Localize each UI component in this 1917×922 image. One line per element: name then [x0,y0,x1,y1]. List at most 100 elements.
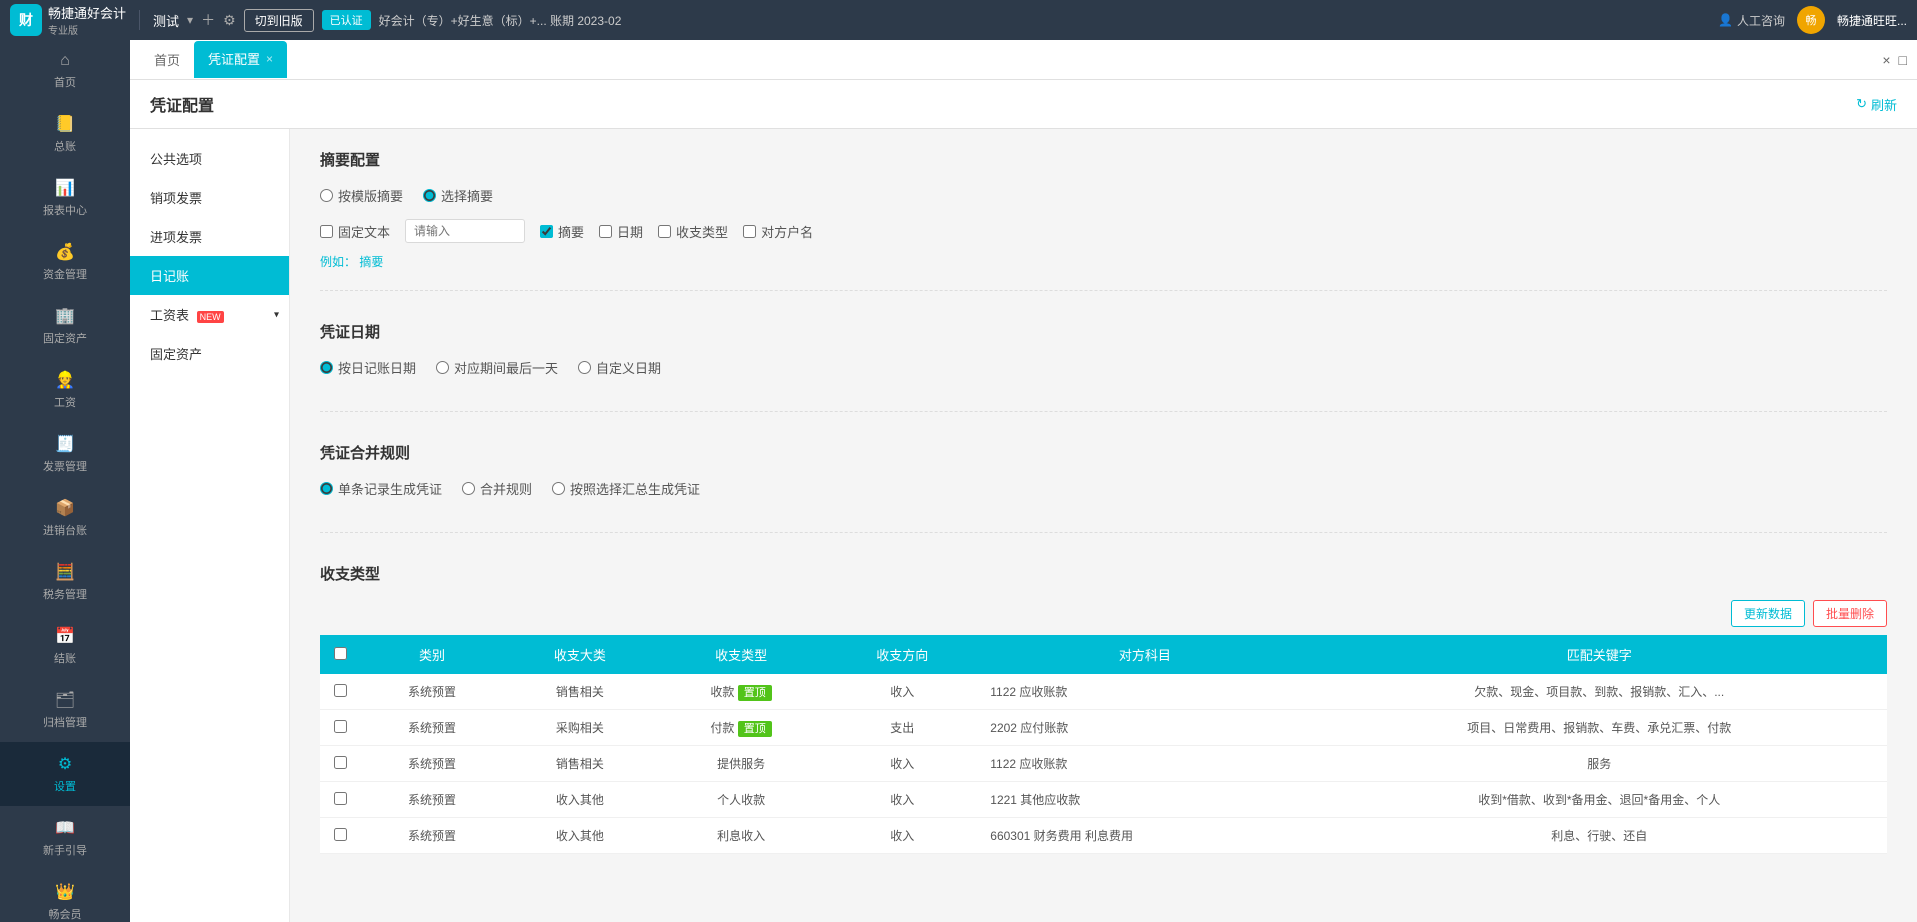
sidebar-item-home[interactable]: ⌂ 首页 [0,40,130,102]
radio-merge-rule[interactable]: 合并规则 [462,479,532,498]
row-direction-1: 支出 [826,710,978,746]
sidebar-label-close: 结账 [54,650,76,666]
row-checkbox-1[interactable] [320,710,360,746]
left-nav-purchase-invoice[interactable]: 进项发票 [130,217,289,256]
row-big-type-2: 销售相关 [504,746,656,782]
tab-close-btn[interactable]: × [266,52,273,66]
left-nav-fixed-label: 固定资产 [150,347,202,362]
checkbox-summary[interactable]: 摘要 [540,222,584,241]
user-service[interactable]: 👤 人工咨询 [1718,12,1785,29]
left-nav-journal[interactable]: 日记账 [130,256,289,295]
sidebar-item-guide[interactable]: 📖 新手引导 [0,806,130,870]
radio-summary-gen[interactable]: 按照选择汇总生成凭证 [552,479,700,498]
table-header-row: 类别 收支大类 收支类型 收支方向 对方科目 匹配关键字 [320,635,1887,674]
sidebar-label-reports: 报表中心 [43,202,87,218]
checkbox-counterparty-input[interactable] [743,225,756,238]
checkbox-counterparty[interactable]: 对方户名 [743,222,813,241]
radio-last-day-input[interactable] [436,361,449,374]
left-nav-fixed-assets[interactable]: 固定资产 [130,334,289,373]
left-nav-payroll[interactable]: 工资表 NEW ▾ [130,295,289,334]
salary-icon: 👷 [55,370,75,390]
tab-home[interactable]: 首页 [140,42,194,77]
select-all-checkbox[interactable] [334,647,347,660]
radio-journal-date[interactable]: 按日记账日期 [320,358,416,377]
stock-icon: 📦 [55,498,75,518]
switch-btn[interactable]: 切到旧版 [244,9,314,32]
left-nav-purchase-label: 进项发票 [150,230,202,245]
th-account: 对方科目 [978,635,1311,674]
sidebar-item-settings[interactable]: ⚙ 设置 [0,742,130,806]
window-restore-btn[interactable]: □ [1899,52,1907,68]
radio-custom-date[interactable]: 自定义日期 [578,358,661,377]
sidebar-item-ledger[interactable]: 📒 总账 [0,102,130,166]
row-checkbox-0[interactable] [320,674,360,710]
row-category-3: 系统预置 [360,782,504,818]
row-category-2: 系统预置 [360,746,504,782]
row-keywords-4: 利息、行驶、还自 [1311,818,1887,854]
th-checkbox [320,635,360,674]
radio-select-input[interactable] [423,189,436,202]
sidebar-item-salary[interactable]: 👷 工资 [0,358,130,422]
th-direction: 收支方向 [826,635,978,674]
add-icon[interactable]: ＋ [201,10,215,30]
sidebar-label-member: 畅会员 [49,906,82,922]
radio-template[interactable]: 按模版摘要 [320,186,403,205]
update-data-btn[interactable]: 更新数据 [1731,600,1805,627]
checkbox-cash-type[interactable]: 收支类型 [658,222,728,241]
radio-select[interactable]: 选择摘要 [423,186,493,205]
row-account-4: 660301 财务费用 利息费用 [978,818,1311,854]
row-keywords-1: 项目、日常费用、报销款、车费、承兑汇票、付款 [1311,710,1887,746]
checkbox-summary-input[interactable] [540,225,553,238]
new-badge: NEW [197,311,224,323]
sidebar-item-stock[interactable]: 📦 进销台账 [0,486,130,550]
refresh-btn[interactable]: ↻ 刷新 [1856,95,1897,114]
radio-select-label: 选择摘要 [441,186,493,205]
gear-icon: ⚙ [58,754,72,774]
radio-single[interactable]: 单条记录生成凭证 [320,479,442,498]
sidebar-item-tax[interactable]: 🧮 税务管理 [0,550,130,614]
checkbox-date-input[interactable] [599,225,612,238]
env-dropdown-icon[interactable]: ▾ [187,13,193,27]
radio-journal-date-input[interactable] [320,361,333,374]
sidebar-label-stock: 进销台账 [43,522,87,538]
radio-custom-date-input[interactable] [578,361,591,374]
sidebar: ⌂ 首页 📒 总账 📊 报表中心 💰 资金管理 🏢 固定资产 👷 工资 [0,40,130,922]
row-type-3: 个人收款 [656,782,827,818]
sidebar-item-reports[interactable]: 📊 报表中心 [0,166,130,230]
home-icon: ⌂ [60,52,70,70]
checkbox-fixed-text-input[interactable] [320,225,333,238]
row-big-type-3: 收入其他 [504,782,656,818]
row-checkbox-2[interactable] [320,746,360,782]
row-checkbox-4[interactable] [320,818,360,854]
sidebar-item-assets[interactable]: 🏢 固定资产 [0,294,130,358]
sidebar-item-funds[interactable]: 💰 资金管理 [0,230,130,294]
sidebar-item-invoice[interactable]: 🧾 发票管理 [0,422,130,486]
th-category: 类别 [360,635,504,674]
radio-single-input[interactable] [320,482,333,495]
fixed-text-input[interactable] [405,219,525,243]
sidebar-item-close[interactable]: 📅 结账 [0,614,130,678]
settings-icon[interactable]: ⚙ [223,12,236,29]
window-close-btn[interactable]: × [1882,52,1890,68]
checkbox-fixed-text[interactable]: 固定文本 [320,222,390,241]
checkbox-date[interactable]: 日期 [599,222,643,241]
radio-summary-gen-input[interactable] [552,482,565,495]
checkbox-counterparty-label: 对方户名 [761,222,813,241]
top-bar: 财 畅捷通好会计 专业版 测试 ▾ ＋ ⚙ 切到旧版 已认证 好会计（专）+好生… [0,0,1917,40]
radio-template-input[interactable] [320,189,333,202]
radio-merge-rule-input[interactable] [462,482,475,495]
sidebar-item-member[interactable]: 👑 畅会员 [0,870,130,922]
table-row: 系统预置 销售相关 提供服务 收入 1122 应收账款 服务 [320,746,1887,782]
top-tag-1: 置顶 [738,721,772,737]
tab-voucher-config[interactable]: 凭证配置 × [194,41,287,78]
row-checkbox-3[interactable] [320,782,360,818]
radio-last-day[interactable]: 对应期间最后一天 [436,358,558,377]
top-tag-0: 置顶 [738,685,772,701]
batch-delete-btn[interactable]: 批量删除 [1813,600,1887,627]
checkbox-cash-type-input[interactable] [658,225,671,238]
summary-radio-group: 按模版摘要 选择摘要 [320,186,1887,205]
left-nav-public[interactable]: 公共选项 [130,139,289,178]
left-nav-sales-invoice[interactable]: 销项发票 [130,178,289,217]
row-direction-4: 收入 [826,818,978,854]
sidebar-item-archive[interactable]: 🗂 归档管理 [0,678,130,742]
